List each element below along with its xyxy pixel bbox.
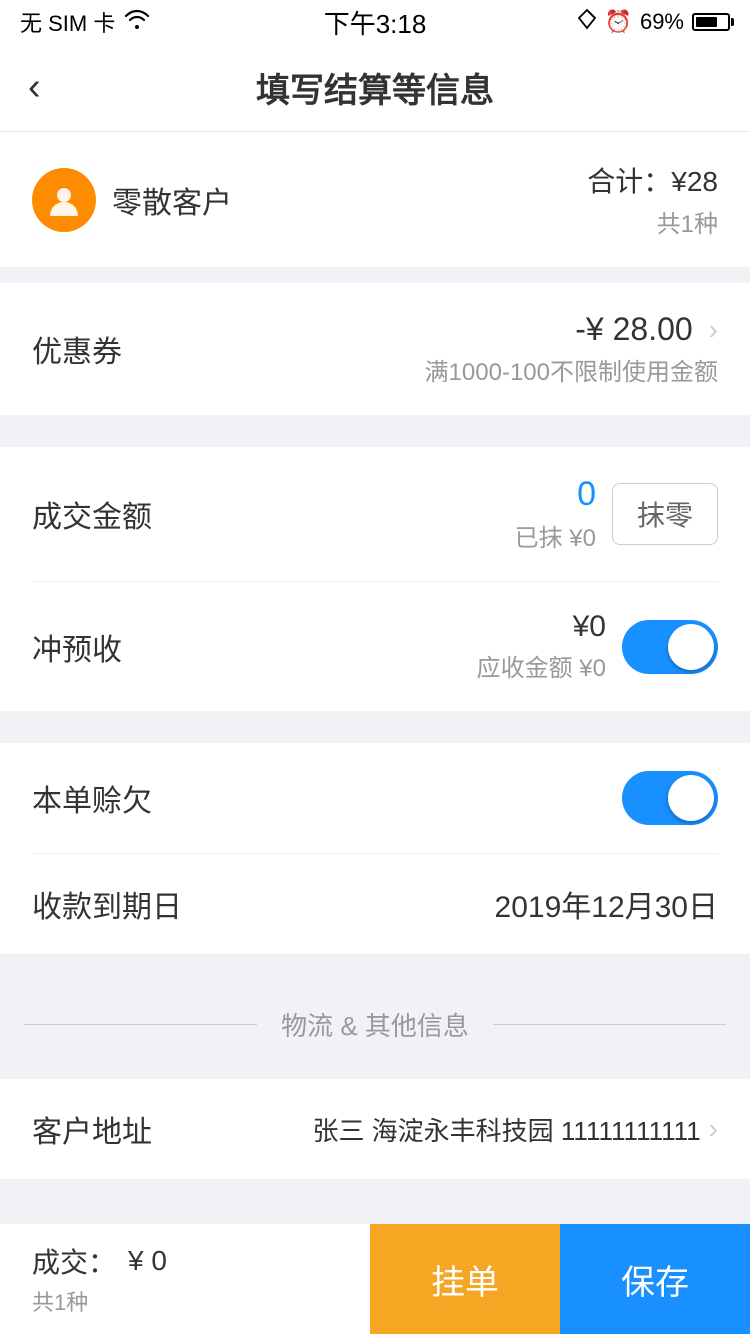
debt-right xyxy=(152,771,718,825)
address-label: 客户地址 xyxy=(32,1107,152,1151)
status-time: 下午3:18 xyxy=(324,4,427,41)
customer-summary: 合计：¥28 共1种 xyxy=(587,160,718,239)
coupon-discount: -¥ 28.00 xyxy=(575,311,692,348)
debt-row: 本单赊欠 xyxy=(0,743,750,853)
location-icon xyxy=(577,8,597,36)
logistics-header: 物流 & 其他信息 xyxy=(0,986,750,1063)
coupon-desc: 满1000-100不限制使用金额 xyxy=(425,352,718,387)
bottom-info: 成交： ¥ 0 共1种 xyxy=(0,1241,370,1317)
debt-card: 本单赊欠 收款到期日 2019年12月30日 xyxy=(0,743,750,954)
deal-amount-card: 成交金额 0 已抹 ¥0 抹零 冲预收 ¥0 应收金额 ¥0 xyxy=(0,447,750,711)
prepayment-right: ¥0 应收金额 ¥0 xyxy=(122,610,718,683)
total-amount: 合计：¥28 xyxy=(587,160,718,200)
prepayment-row: 冲预收 ¥0 应收金额 ¥0 xyxy=(0,582,750,711)
debt-label: 本单赊欠 xyxy=(32,776,152,820)
customer-left: 零散客户 xyxy=(32,168,232,232)
content-area: 零散客户 合计：¥28 共1种 优惠券 -¥ 28.00 › 满1000-100… xyxy=(0,132,750,1315)
due-date-value: 2019年12月30日 xyxy=(495,882,718,926)
section-divider-3 xyxy=(0,970,750,986)
customer-name: 零散客户 xyxy=(112,178,232,222)
total-count: 共1种 xyxy=(587,204,718,239)
bottom-deal-amount: ¥ 0 xyxy=(128,1245,167,1277)
section-divider-2 xyxy=(0,727,750,743)
deal-amount-row: 成交金额 0 已抹 ¥0 抹零 xyxy=(0,447,750,581)
prepayment-sub: 应收金额 ¥0 xyxy=(477,648,606,683)
address-row[interactable]: 客户地址 张三 海淀永丰科技园 11111111111 › xyxy=(0,1079,750,1179)
debt-toggle[interactable] xyxy=(622,771,718,825)
battery-percent: 69% xyxy=(640,9,684,35)
nav-bar: ‹ 填写结算等信息 xyxy=(0,44,750,132)
prepayment-label: 冲预收 xyxy=(32,625,122,669)
battery-icon xyxy=(692,13,730,31)
prepayment-col: ¥0 应收金额 ¥0 xyxy=(477,610,606,683)
round-zero-button[interactable]: 抹零 xyxy=(612,483,718,545)
prepayment-value: ¥0 xyxy=(477,610,606,644)
coupon-card[interactable]: 优惠券 -¥ 28.00 › 满1000-100不限制使用金额 xyxy=(0,283,750,415)
chevron-right-icon: › xyxy=(709,314,718,346)
save-button[interactable]: 保存 xyxy=(560,1224,750,1334)
prepayment-toggle[interactable] xyxy=(622,620,718,674)
deal-amount-value: 0 xyxy=(577,475,596,514)
carrier-text: 无 SIM 卡 xyxy=(20,6,115,38)
status-bar: 无 SIM 卡 下午3:18 ⏰ 69% xyxy=(0,0,750,44)
pending-button[interactable]: 挂单 xyxy=(370,1224,560,1334)
due-date-row: 收款到期日 2019年12月30日 xyxy=(0,854,750,954)
logistics-label: 物流 & 其他信息 xyxy=(281,1006,469,1043)
bottom-bar: 成交： ¥ 0 共1种 挂单 保存 xyxy=(0,1224,750,1334)
bottom-deal-label: 成交： xyxy=(32,1241,116,1281)
address-card[interactable]: 客户地址 张三 海淀永丰科技园 11111111111 › xyxy=(0,1079,750,1179)
due-date-label: 收款到期日 xyxy=(32,882,182,926)
customer-row: 零散客户 合计：¥28 共1种 xyxy=(0,132,750,267)
toggle-knob xyxy=(668,624,714,670)
deal-amount-label: 成交金额 xyxy=(32,492,152,536)
coupon-right: -¥ 28.00 › 满1000-100不限制使用金额 xyxy=(425,311,718,387)
avatar xyxy=(32,168,96,232)
wifi-icon xyxy=(123,9,151,35)
alarm-icon: ⏰ xyxy=(605,9,632,35)
deal-amount-col: 0 已抹 ¥0 xyxy=(515,475,596,553)
coupon-label: 优惠券 xyxy=(32,327,122,371)
deal-amount-rounded: 已抹 ¥0 xyxy=(515,518,596,553)
customer-card: 零散客户 合计：¥28 共1种 xyxy=(0,132,750,267)
status-right: ⏰ 69% xyxy=(577,8,730,36)
page-title: 填写结算等信息 xyxy=(256,63,494,112)
back-button[interactable]: ‹ xyxy=(28,66,41,109)
section-divider-1 xyxy=(0,431,750,447)
section-divider-4 xyxy=(0,1063,750,1079)
address-chevron-icon: › xyxy=(709,1113,718,1145)
address-value: 张三 海淀永丰科技园 11111111111 xyxy=(312,1111,700,1148)
status-left: 无 SIM 卡 xyxy=(20,6,151,38)
deal-amount-right: 0 已抹 ¥0 抹零 xyxy=(152,475,718,553)
debt-toggle-knob xyxy=(668,775,714,821)
coupon-row[interactable]: 优惠券 -¥ 28.00 › 满1000-100不限制使用金额 xyxy=(0,283,750,415)
bottom-deal: 成交： ¥ 0 xyxy=(32,1241,338,1281)
bottom-count: 共1种 xyxy=(32,1285,338,1317)
